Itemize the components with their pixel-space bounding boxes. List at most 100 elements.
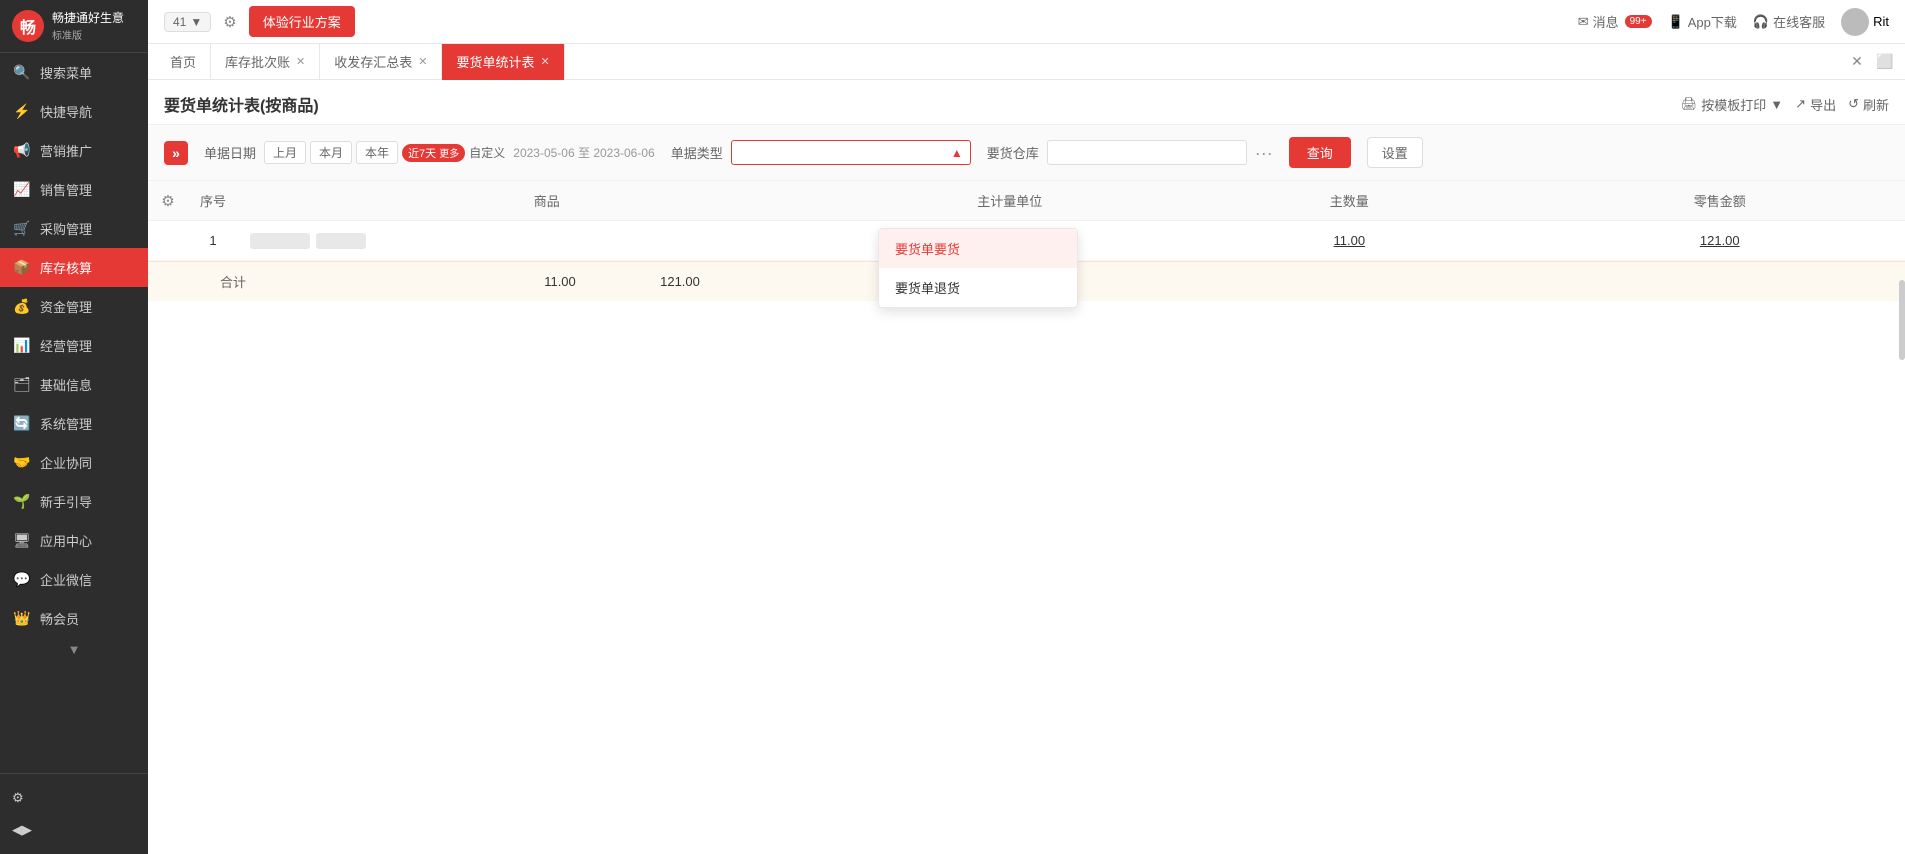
refresh-btn[interactable]: ↺ 刷新 bbox=[1848, 95, 1889, 114]
sidebar-item-label-quick-nav: 快捷导航 bbox=[40, 102, 92, 121]
col-header-product: 商品 bbox=[238, 181, 855, 221]
enterprise-icon: 🤝 bbox=[12, 454, 32, 471]
page-actions: 🖨 按模板打印 ▼ ↗ 导出 ↺ 刷新 bbox=[1681, 95, 1889, 114]
app-logo-icon: 畅 bbox=[12, 10, 44, 42]
query-btn[interactable]: 查询 bbox=[1289, 137, 1351, 168]
warehouse-filter-label: 要货仓库 bbox=[987, 143, 1039, 162]
this-year-btn[interactable]: 本年 bbox=[356, 141, 398, 164]
collapse-icon: ◀▶ bbox=[12, 822, 32, 838]
warehouse-filter-group: 要货仓库 ··· bbox=[987, 140, 1273, 165]
operations-icon: 📊 bbox=[12, 337, 32, 354]
recent-7days-badge[interactable]: 近7天 更多 bbox=[402, 144, 465, 162]
last-month-btn[interactable]: 上月 bbox=[264, 141, 306, 164]
tab-requisition-summary[interactable]: 要货单统计表 ✕ bbox=[442, 44, 564, 80]
finance-icon: 💰 bbox=[12, 298, 32, 315]
sidebar-bottom: ⚙ ◀▶ bbox=[0, 773, 148, 854]
sidebar-item-finance[interactable]: 💰 资金管理 bbox=[0, 287, 148, 326]
trial-btn[interactable]: 体验行业方案 bbox=[249, 6, 355, 37]
app-version-label: 标准版 bbox=[52, 27, 124, 42]
type-filter-label: 单据类型 bbox=[671, 143, 723, 162]
sidebar-item-enterprise[interactable]: 🤝 企业协同 bbox=[0, 443, 148, 482]
custom-date-btn[interactable]: 自定义 bbox=[469, 144, 505, 161]
tab-collection-close[interactable]: ✕ bbox=[418, 55, 427, 68]
filter-expand-btn[interactable]: » bbox=[164, 141, 188, 165]
sidebar-item-label-system: 系统管理 bbox=[40, 414, 92, 433]
amount-link[interactable]: 121.00 bbox=[1700, 233, 1740, 248]
col-header-qty: 主数量 bbox=[1164, 181, 1534, 221]
sidebar-item-search[interactable]: 🔍 搜索菜单 bbox=[0, 53, 148, 92]
table-header-row: ⚙ 序号 商品 主计量单位 主数量 零售金额 bbox=[148, 181, 1905, 221]
sidebar-item-label-app-center: 应用中心 bbox=[40, 531, 92, 550]
search-icon: 🔍 bbox=[12, 64, 32, 81]
refresh-label: 刷新 bbox=[1863, 95, 1889, 114]
message-icon: ✉ bbox=[1578, 14, 1589, 30]
sidebar-item-purchase[interactable]: 🛒 采购管理 bbox=[0, 209, 148, 248]
sidebar-item-basic-info[interactable]: 🗂 基础信息 bbox=[0, 365, 148, 404]
sidebar-item-sales[interactable]: 📈 销售管理 bbox=[0, 170, 148, 209]
version-number: 41 bbox=[173, 15, 186, 29]
app-center-icon: 🖥 bbox=[12, 532, 32, 549]
user-avatar bbox=[1841, 8, 1869, 36]
tab-home[interactable]: 首页 bbox=[156, 44, 211, 80]
print-label: 按模板打印 bbox=[1701, 95, 1766, 114]
version-selector[interactable]: 41 ▼ bbox=[164, 12, 211, 32]
dropdown-item-requisition-return[interactable]: 要货单退货 bbox=[879, 268, 1077, 307]
sidebar-item-guide[interactable]: 🌱 新手引导 bbox=[0, 482, 148, 521]
sidebar-bottom-settings[interactable]: ⚙ bbox=[0, 782, 148, 814]
sidebar-bottom-collapse[interactable]: ◀▶ bbox=[0, 814, 148, 846]
footer-total-label: 合计 bbox=[160, 272, 500, 291]
settings-btn[interactable]: 设置 bbox=[1367, 137, 1423, 168]
tab-collection-summary[interactable]: 收发存汇总表 ✕ bbox=[320, 44, 442, 80]
sidebar-item-label-enterprise: 企业协同 bbox=[40, 453, 92, 472]
sidebar-item-label-finance: 资金管理 bbox=[40, 297, 92, 316]
type-dropdown-menu[interactable]: 要货单要货要货单退货 bbox=[878, 228, 1078, 308]
user-name: Rit bbox=[1873, 14, 1889, 29]
sidebar-item-app-center[interactable]: 🖥 应用中心 bbox=[0, 521, 148, 560]
sidebar-item-wechat[interactable]: 💬 企业微信 bbox=[0, 560, 148, 599]
col-header-settings[interactable]: ⚙ bbox=[148, 181, 188, 221]
message-btn[interactable]: ✉ 消息 99+ bbox=[1578, 12, 1652, 31]
user-area[interactable]: Rit bbox=[1841, 8, 1889, 36]
qty-link[interactable]: 11.00 bbox=[1334, 233, 1366, 248]
settings-gear-icon[interactable]: ⚙ bbox=[223, 13, 236, 31]
app-download-label: App下载 bbox=[1688, 12, 1737, 31]
sidebar-item-inventory[interactable]: 📦 库存核算 bbox=[0, 248, 148, 287]
tab-stock-batch-close[interactable]: ✕ bbox=[296, 55, 305, 68]
restore-tab-btn[interactable]: ⬜ bbox=[1873, 50, 1897, 74]
warehouse-filter-input[interactable] bbox=[1047, 140, 1247, 165]
sidebar: 畅 畅捷通好生意 标准版 🔍 搜索菜单 ⚡ 快捷导航 📢 营销推广 📈 销售管理… bbox=[0, 0, 148, 854]
sidebar-item-member[interactable]: 👑 畅会员 bbox=[0, 599, 148, 638]
dropdown-item-requisition-order[interactable]: 要货单要货 bbox=[879, 229, 1077, 268]
sales-icon: 📈 bbox=[12, 181, 32, 198]
tab-stock-batch[interactable]: 库存批次账 ✕ bbox=[211, 44, 320, 80]
product-name-placeholder2 bbox=[316, 233, 366, 249]
sidebar-item-operations[interactable]: 📊 经营管理 bbox=[0, 326, 148, 365]
system-icon: 🔄 bbox=[12, 415, 32, 432]
scroll-indicator bbox=[1899, 280, 1905, 360]
warehouse-input-wrapper bbox=[1047, 140, 1247, 165]
sidebar-item-quick-nav[interactable]: ⚡ 快捷导航 bbox=[0, 92, 148, 131]
wechat-icon: 💬 bbox=[12, 571, 32, 588]
print-btn[interactable]: 🖨 按模板打印 ▼ bbox=[1681, 95, 1783, 114]
message-badge: 99+ bbox=[1625, 15, 1652, 28]
sidebar-item-system[interactable]: 🔄 系统管理 bbox=[0, 404, 148, 443]
print-chevron-icon: ▼ bbox=[1770, 97, 1783, 112]
date-filter-label: 单据日期 bbox=[204, 143, 256, 162]
online-service-btn[interactable]: 🎧 在线客服 bbox=[1753, 12, 1825, 31]
footer-total-qty: 11.00 bbox=[500, 274, 620, 289]
sidebar-logo: 畅 畅捷通好生意 标准版 bbox=[0, 0, 148, 53]
column-settings-icon[interactable]: ⚙ bbox=[161, 193, 174, 210]
row-qty-0: 11.00 bbox=[1164, 221, 1534, 261]
app-download-btn[interactable]: 📱 App下载 bbox=[1668, 12, 1737, 31]
export-btn[interactable]: ↗ 导出 bbox=[1795, 95, 1836, 114]
headset-icon: 🎧 bbox=[1753, 14, 1769, 30]
this-month-btn[interactable]: 本月 bbox=[310, 141, 352, 164]
date-filter-group: 单据日期 上月 本月 本年 近7天 更多 自定义 2023-05-06 至 20… bbox=[204, 141, 655, 164]
sidebar-scroll-down[interactable]: ▼ bbox=[0, 638, 148, 661]
type-filter-input[interactable] bbox=[731, 140, 971, 165]
print-icon: 🖨 bbox=[1681, 96, 1698, 112]
tab-requisition-close[interactable]: ✕ bbox=[541, 55, 550, 68]
close-all-tabs-btn[interactable]: ✕ bbox=[1845, 50, 1869, 74]
sidebar-item-marketing[interactable]: 📢 营销推广 bbox=[0, 131, 148, 170]
more-filter-btn[interactable]: ··· bbox=[1255, 144, 1273, 162]
